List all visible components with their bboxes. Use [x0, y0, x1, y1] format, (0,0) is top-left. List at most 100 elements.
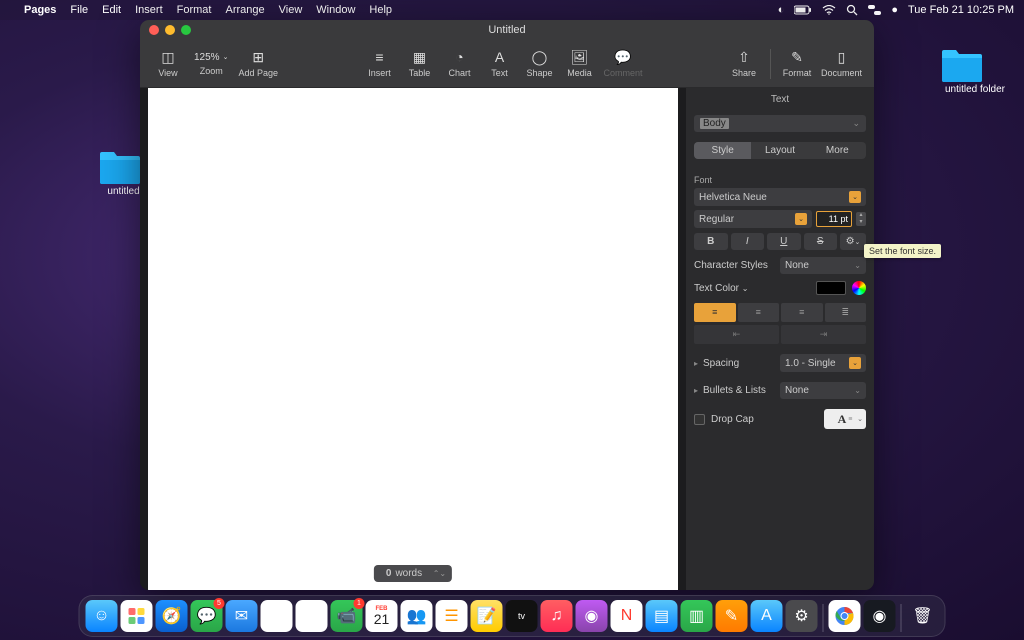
dock-reminders[interactable]: ☰ [436, 600, 468, 632]
step-down-icon[interactable]: ▾ [856, 219, 866, 226]
align-left-button[interactable]: ≡ [694, 303, 736, 322]
menubar-clock[interactable]: Tue Feb 21 10:25 PM [908, 4, 1014, 16]
step-up-icon[interactable]: ▴ [856, 212, 866, 219]
align-right-button[interactable]: ≡ [781, 303, 823, 322]
comment-button[interactable]: 💬Comment [599, 48, 646, 80]
app-menu[interactable]: Pages [24, 4, 56, 16]
menubar: Pages File Edit Insert Format Arrange Vi… [0, 0, 1024, 20]
control-center-icon[interactable] [868, 5, 881, 15]
status-icon[interactable]: ◐ [778, 4, 785, 16]
dropcap-style-select[interactable]: A≡⌄ [824, 409, 866, 429]
dock-appstore[interactable]: A [751, 600, 783, 632]
document-page[interactable] [148, 88, 678, 590]
font-family-select[interactable]: Helvetica Neue⌄ [694, 188, 866, 206]
color-picker-button[interactable] [852, 281, 866, 295]
dropcap-checkbox[interactable] [694, 414, 705, 425]
dock-pages[interactable]: ✎ [716, 600, 748, 632]
folder-icon [940, 48, 984, 84]
font-size-stepper[interactable]: ▴▾ [856, 212, 866, 226]
spotlight-icon[interactable] [846, 4, 858, 16]
font-weight-select[interactable]: Regular⌄ [694, 210, 812, 228]
window-close-button[interactable] [149, 25, 159, 35]
bullets-select[interactable]: None⌄ [780, 382, 866, 399]
document-button[interactable]: ▯Document [817, 48, 866, 80]
view-button[interactable]: ◫View [148, 48, 188, 80]
dock: ☺ 🧭 💬5 ✉︎ 🗺 ✿ 📹1 FEB21 👥 ☰ 📝 tv ♫ ◉ N ▤ … [79, 595, 946, 637]
folder-icon [98, 150, 142, 186]
dock-settings[interactable]: ⚙︎ [786, 600, 818, 632]
font-size-input[interactable] [816, 211, 852, 227]
strikethrough-button[interactable]: S [804, 233, 838, 250]
media-button[interactable]: 🖼Media [559, 48, 599, 80]
menu-insert[interactable]: Insert [135, 4, 163, 16]
dock-messages[interactable]: 💬5 [191, 600, 223, 632]
word-count[interactable]: 0 words ⌃⌄ [374, 565, 452, 582]
menu-view[interactable]: View [279, 4, 303, 16]
dock-trash[interactable]: 🗑 [907, 600, 939, 632]
add-page-button[interactable]: ⊞Add Page [234, 48, 282, 80]
chart-icon: ◔ [455, 50, 463, 65]
menu-file[interactable]: File [70, 4, 88, 16]
battery-icon[interactable] [794, 5, 812, 15]
text-color-well[interactable] [816, 281, 846, 295]
dock-photos[interactable]: ✿ [296, 600, 328, 632]
tab-style[interactable]: Style [694, 142, 751, 159]
align-justify-button[interactable]: ≣ [825, 303, 867, 322]
dock-facetime[interactable]: 📹1 [331, 600, 363, 632]
align-center-button[interactable]: ≡ [738, 303, 780, 322]
dock-mail[interactable]: ✉︎ [226, 600, 258, 632]
char-styles-select[interactable]: None⌄ [780, 257, 866, 274]
dock-maps[interactable]: 🗺 [261, 600, 293, 632]
indent-decrease-button[interactable]: ⇤ [694, 325, 779, 344]
bullets-label: Bullets & Lists [703, 385, 775, 396]
document-area[interactable]: 0 words ⌃⌄ [140, 88, 686, 590]
bold-button[interactable]: B [694, 233, 728, 250]
dock-contacts[interactable]: 👥 [401, 600, 433, 632]
dock-finder[interactable]: ☺ [86, 600, 118, 632]
paragraph-style-select[interactable]: Body ⌄ [694, 115, 866, 132]
disclosure-triangle-icon[interactable]: ▸ [694, 359, 698, 368]
wifi-icon[interactable] [822, 5, 836, 15]
dock-numbers[interactable]: ▥ [681, 600, 713, 632]
dock-tv[interactable]: tv [506, 600, 538, 632]
table-button[interactable]: ▦Table [399, 48, 439, 80]
window-zoom-button[interactable] [181, 25, 191, 35]
chart-button[interactable]: ◔Chart [439, 48, 479, 80]
disclosure-triangle-icon[interactable]: ▸ [694, 386, 698, 395]
menu-window[interactable]: Window [316, 4, 355, 16]
desktop-folder-2[interactable]: untitled folder [940, 48, 1010, 95]
window-minimize-button[interactable] [165, 25, 175, 35]
share-button[interactable]: ⇧Share [724, 48, 764, 80]
indent-increase-button[interactable]: ⇥ [781, 325, 866, 344]
user-icon[interactable]: ● [891, 4, 898, 16]
tab-layout[interactable]: Layout [751, 142, 808, 159]
advanced-text-button[interactable]: ⚙︎⌄ [840, 233, 866, 250]
dock-chrome[interactable] [829, 600, 861, 632]
dock-music[interactable]: ♫ [541, 600, 573, 632]
dock-launchpad[interactable] [121, 600, 153, 632]
inspector-tabs: Style Layout More [694, 142, 866, 159]
menu-edit[interactable]: Edit [102, 4, 121, 16]
text-button[interactable]: AText [479, 48, 519, 80]
dock-podcasts[interactable]: ◉ [576, 600, 608, 632]
menu-help[interactable]: Help [369, 4, 392, 16]
menu-arrange[interactable]: Arrange [225, 4, 264, 16]
dock-keynote[interactable]: ▤ [646, 600, 678, 632]
inspector-header: Text [686, 88, 874, 111]
zoom-select[interactable]: 125%⌄Zoom [188, 50, 234, 78]
dock-safari[interactable]: 🧭 [156, 600, 188, 632]
spacing-label: Spacing [703, 358, 775, 369]
spacing-select[interactable]: 1.0 - Single⌄ [780, 354, 866, 372]
dock-steam[interactable]: ◉ [864, 600, 896, 632]
menu-format[interactable]: Format [177, 4, 212, 16]
insert-button[interactable]: ≡Insert [359, 48, 399, 80]
dock-calendar[interactable]: FEB21 [366, 600, 398, 632]
tab-more[interactable]: More [809, 142, 866, 159]
italic-button[interactable]: I [731, 233, 765, 250]
sidebar-icon: ◫ [161, 50, 174, 65]
underline-button[interactable]: U [767, 233, 801, 250]
shape-button[interactable]: ◯Shape [519, 48, 559, 80]
dock-notes[interactable]: 📝 [471, 600, 503, 632]
dock-news[interactable]: N [611, 600, 643, 632]
format-button[interactable]: ✎Format [777, 48, 817, 80]
